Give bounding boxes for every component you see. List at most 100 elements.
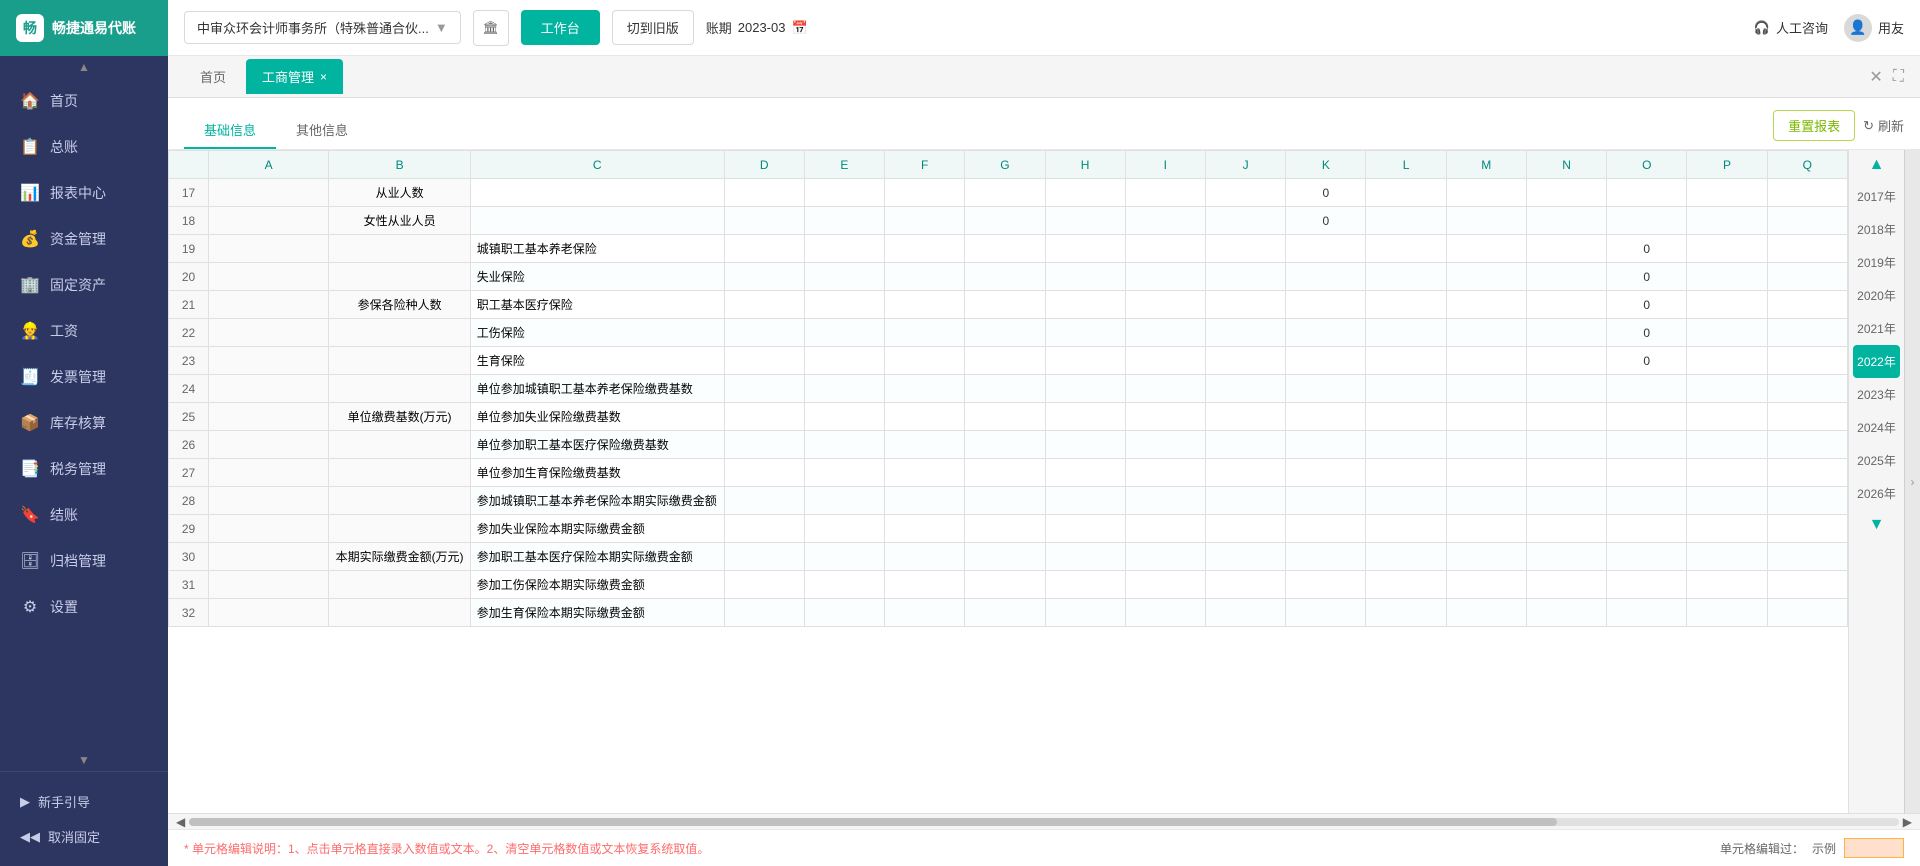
cell-p-28[interactable] [1687,487,1767,515]
cell-a-32[interactable] [209,599,329,627]
cell-o-18[interactable] [1607,207,1687,235]
company-selector[interactable]: 中审众环会计师事务所（特殊普通合伙... ▼ [184,11,461,44]
cell-m-20[interactable] [1446,263,1526,291]
cell-h-17[interactable] [1045,179,1125,207]
cell-i-25[interactable] [1125,403,1205,431]
cell-c-18[interactable] [470,207,724,235]
cell-e-17[interactable] [804,179,884,207]
cell-n-32[interactable] [1526,599,1606,627]
cell-d-23[interactable] [724,347,804,375]
cell-o-17[interactable] [1607,179,1687,207]
cell-p-17[interactable] [1687,179,1767,207]
window-close-icon[interactable]: ✕ [1869,67,1882,87]
cell-g-32[interactable] [965,599,1045,627]
cell-f-31[interactable] [885,571,965,599]
year-item-2024年[interactable]: 2024年 [1853,411,1900,444]
cell-a-17[interactable] [209,179,329,207]
cell-a-18[interactable] [209,207,329,235]
cell-f-21[interactable] [885,291,965,319]
cell-q-19[interactable] [1767,235,1847,263]
year-item-2018年[interactable]: 2018年 [1853,213,1900,246]
year-item-2026年[interactable]: 2026年 [1853,477,1900,510]
cell-k-24[interactable] [1286,375,1366,403]
cell-a-24[interactable] [209,375,329,403]
cell-q-25[interactable] [1767,403,1847,431]
h-scroll-right-btn[interactable]: ▶ [1899,815,1916,829]
sidebar-item-home[interactable]: 🏠 首页 [0,78,168,124]
new-user-guide[interactable]: ▶ 新手引导 [16,784,152,819]
cell-b-23[interactable] [329,347,470,375]
right-collapse-button[interactable]: › [1904,150,1920,813]
cell-b-30[interactable]: 本期实际缴费金额(万元) [329,543,470,571]
cell-f-28[interactable] [885,487,965,515]
cell-l-31[interactable] [1366,571,1446,599]
cell-g-27[interactable] [965,459,1045,487]
cell-p-32[interactable] [1687,599,1767,627]
cell-h-29[interactable] [1045,515,1125,543]
cell-i-26[interactable] [1125,431,1205,459]
cell-q-20[interactable] [1767,263,1847,291]
cell-q-22[interactable] [1767,319,1847,347]
cell-c-23[interactable]: 生育保险 [470,347,724,375]
cell-f-23[interactable] [885,347,965,375]
cell-g-31[interactable] [965,571,1045,599]
cell-o-20[interactable]: 0 [1607,263,1687,291]
cell-c-27[interactable]: 单位参加生育保险缴费基数 [470,459,724,487]
cell-n-19[interactable] [1526,235,1606,263]
cell-a-31[interactable] [209,571,329,599]
cell-i-22[interactable] [1125,319,1205,347]
cell-k-32[interactable] [1286,599,1366,627]
cell-h-24[interactable] [1045,375,1125,403]
cell-d-31[interactable] [724,571,804,599]
cell-e-20[interactable] [804,263,884,291]
cell-k-29[interactable] [1286,515,1366,543]
cell-d-24[interactable] [724,375,804,403]
cell-j-31[interactable] [1205,571,1285,599]
cell-o-22[interactable]: 0 [1607,319,1687,347]
cell-o-19[interactable]: 0 [1607,235,1687,263]
cell-l-22[interactable] [1366,319,1446,347]
cell-k-18[interactable]: 0 [1286,207,1366,235]
cell-k-19[interactable] [1286,235,1366,263]
cell-l-30[interactable] [1366,543,1446,571]
cell-q-23[interactable] [1767,347,1847,375]
cell-q-27[interactable] [1767,459,1847,487]
cell-l-32[interactable] [1366,599,1446,627]
cell-k-26[interactable] [1286,431,1366,459]
cell-a-26[interactable] [209,431,329,459]
cell-a-27[interactable] [209,459,329,487]
cell-g-17[interactable] [965,179,1045,207]
cell-o-30[interactable] [1607,543,1687,571]
cell-o-21[interactable]: 0 [1607,291,1687,319]
cell-b-28[interactable] [329,487,470,515]
cell-p-31[interactable] [1687,571,1767,599]
cell-i-31[interactable] [1125,571,1205,599]
cell-c-21[interactable]: 职工基本医疗保险 [470,291,724,319]
cell-a-22[interactable] [209,319,329,347]
cell-l-24[interactable] [1366,375,1446,403]
cell-p-27[interactable] [1687,459,1767,487]
sidebar-item-tax[interactable]: 📑 税务管理 [0,446,168,492]
cell-m-18[interactable] [1446,207,1526,235]
h-scroll-thumb[interactable] [189,818,1557,826]
year-item-2023年[interactable]: 2023年 [1853,378,1900,411]
cell-f-20[interactable] [885,263,965,291]
cell-g-18[interactable] [965,207,1045,235]
cell-g-20[interactable] [965,263,1045,291]
cell-n-29[interactable] [1526,515,1606,543]
cell-i-20[interactable] [1125,263,1205,291]
tab-commerce[interactable]: 工商管理 × [246,59,343,94]
cell-l-21[interactable] [1366,291,1446,319]
cell-h-25[interactable] [1045,403,1125,431]
cell-e-28[interactable] [804,487,884,515]
reset-report-button[interactable]: 重置报表 [1773,110,1855,141]
cell-m-29[interactable] [1446,515,1526,543]
cell-d-30[interactable] [724,543,804,571]
cell-e-27[interactable] [804,459,884,487]
cell-p-21[interactable] [1687,291,1767,319]
cancel-fixed[interactable]: ◀◀ 取消固定 [16,819,152,854]
cell-o-29[interactable] [1607,515,1687,543]
cell-l-28[interactable] [1366,487,1446,515]
cell-j-20[interactable] [1205,263,1285,291]
cell-o-31[interactable] [1607,571,1687,599]
